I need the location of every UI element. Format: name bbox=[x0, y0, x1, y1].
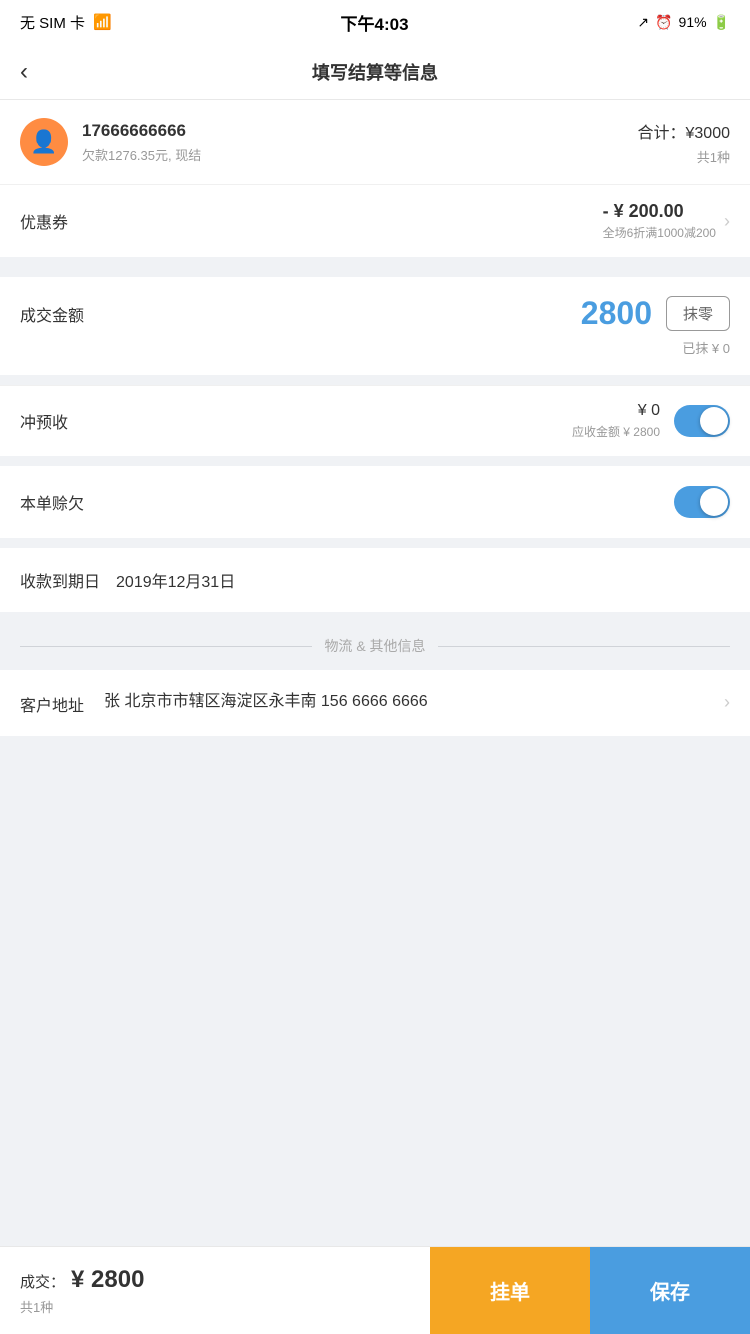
alarm-icon: ⏰ bbox=[655, 14, 672, 31]
customer-count: 共1种 bbox=[638, 147, 731, 166]
advance-sub: 应收金额 ¥ 2800 bbox=[572, 423, 660, 440]
status-left: 无 SIM 卡 📶 bbox=[20, 12, 112, 33]
round-button[interactable]: 抹零 bbox=[666, 296, 730, 331]
coupon-chevron-icon: › bbox=[724, 211, 730, 232]
address-section[interactable]: 客户地址 张 北京市市辖区海淀区永丰南 156 6666 6666 › bbox=[0, 670, 750, 736]
sim-status: 无 SIM 卡 bbox=[20, 12, 85, 33]
customer-phone: 17666666666 bbox=[82, 121, 201, 141]
back-button[interactable]: ‹ bbox=[20, 58, 28, 86]
address-label: 客户地址 bbox=[20, 690, 84, 716]
coupon-desc: 全场6折满1000减200 bbox=[603, 224, 716, 241]
customer-info: 17666666666 欠款1276.35元, 现结 bbox=[82, 121, 201, 164]
advance-toggle-knob bbox=[700, 407, 728, 435]
amount-right: 2800 抹零 bbox=[581, 295, 730, 332]
gray-filler bbox=[0, 746, 750, 886]
avatar-icon: 👤 bbox=[30, 129, 57, 155]
advance-label: 冲预收 bbox=[20, 409, 68, 433]
customer-right: 合计：¥3000 共1种 bbox=[638, 119, 731, 166]
divider-line-left bbox=[20, 646, 312, 647]
debit-section: 本单赊欠 bbox=[0, 466, 750, 538]
save-button[interactable]: 保存 bbox=[590, 1247, 750, 1334]
advance-amount: ¥ 0 bbox=[572, 402, 660, 420]
customer-row: 👤 17666666666 欠款1276.35元, 现结 合计：¥3000 共1… bbox=[0, 100, 750, 184]
battery-icon: 🔋 bbox=[713, 14, 730, 31]
hold-button[interactable]: 挂单 bbox=[430, 1247, 590, 1334]
nav-bar: ‹ 填写结算等信息 bbox=[0, 44, 750, 100]
avatar: 👤 bbox=[20, 118, 68, 166]
coupon-amount: - ¥ 200.00 bbox=[603, 201, 716, 222]
separator-2 bbox=[0, 456, 750, 466]
status-right: ↗ ⏰ 91% 🔋 bbox=[637, 14, 730, 31]
advance-row: 冲预收 ¥ 0 应收金额 ¥ 2800 bbox=[0, 385, 750, 456]
address-chevron-icon: › bbox=[724, 692, 730, 713]
bottom-count: 共1种 bbox=[20, 1297, 410, 1316]
due-date-value: 2019年12月31日 bbox=[116, 568, 235, 592]
main-content: 👤 17666666666 欠款1276.35元, 现结 合计：¥3000 共1… bbox=[0, 100, 750, 986]
advance-toggle[interactable] bbox=[674, 405, 730, 437]
status-bar: 无 SIM 卡 📶 下午4:03 ↗ ⏰ 91% 🔋 bbox=[0, 0, 750, 44]
debit-label: 本单赊欠 bbox=[20, 490, 84, 514]
status-time: 下午4:03 bbox=[341, 10, 409, 35]
debit-toggle-knob bbox=[700, 488, 728, 516]
location-icon: ↗ bbox=[637, 14, 649, 31]
amount-section: 成交金额 2800 抹零 已抹 ¥ 0 bbox=[0, 277, 750, 375]
due-date-row: 收款到期日 2019年12月31日 bbox=[20, 568, 730, 592]
battery-level: 91% bbox=[679, 14, 707, 30]
divider-line-right bbox=[438, 646, 730, 647]
customer-left: 👤 17666666666 欠款1276.35元, 现结 bbox=[20, 118, 201, 166]
advance-value-block: ¥ 0 应收金额 ¥ 2800 bbox=[572, 402, 660, 440]
advance-right: ¥ 0 应收金额 ¥ 2800 bbox=[572, 402, 730, 440]
coupon-row[interactable]: 优惠券 - ¥ 200.00 全场6折满1000减200 › bbox=[0, 184, 750, 257]
debit-toggle[interactable] bbox=[674, 486, 730, 518]
address-value: 张 北京市市辖区海淀区永丰南 156 6666 6666 bbox=[104, 690, 714, 714]
amount-sub: 已抹 ¥ 0 bbox=[20, 338, 730, 357]
page-title: 填写结算等信息 bbox=[312, 59, 438, 85]
due-date-label: 收款到期日 bbox=[20, 568, 100, 592]
bottom-summary: 成交： ¥ 2800 共1种 bbox=[0, 1266, 430, 1316]
coupon-info: - ¥ 200.00 全场6折满1000减200 bbox=[603, 201, 716, 241]
section-divider: 物流 & 其他信息 bbox=[0, 622, 750, 670]
separator-1 bbox=[0, 267, 750, 277]
amount-label: 成交金额 bbox=[20, 302, 84, 326]
bottom-deal-label: 成交： bbox=[20, 1271, 65, 1292]
amount-value: 2800 bbox=[581, 295, 652, 332]
wifi-icon: 📶 bbox=[93, 13, 112, 31]
coupon-label: 优惠券 bbox=[20, 209, 68, 233]
customer-debt: 欠款1276.35元, 现结 bbox=[82, 145, 201, 164]
coupon-right: - ¥ 200.00 全场6折满1000减200 › bbox=[603, 201, 730, 241]
divider-text: 物流 & 其他信息 bbox=[324, 636, 425, 656]
bottom-deal-row: 成交： ¥ 2800 bbox=[20, 1266, 410, 1294]
bottom-deal-amount: ¥ 2800 bbox=[71, 1266, 144, 1294]
due-date-section: 收款到期日 2019年12月31日 bbox=[0, 548, 750, 612]
amount-row: 成交金额 2800 抹零 bbox=[20, 295, 730, 332]
customer-card: 👤 17666666666 欠款1276.35元, 现结 合计：¥3000 共1… bbox=[0, 100, 750, 257]
customer-total: 合计：¥3000 bbox=[638, 119, 731, 143]
bottom-toolbar: 成交： ¥ 2800 共1种 挂单 保存 bbox=[0, 1246, 750, 1334]
